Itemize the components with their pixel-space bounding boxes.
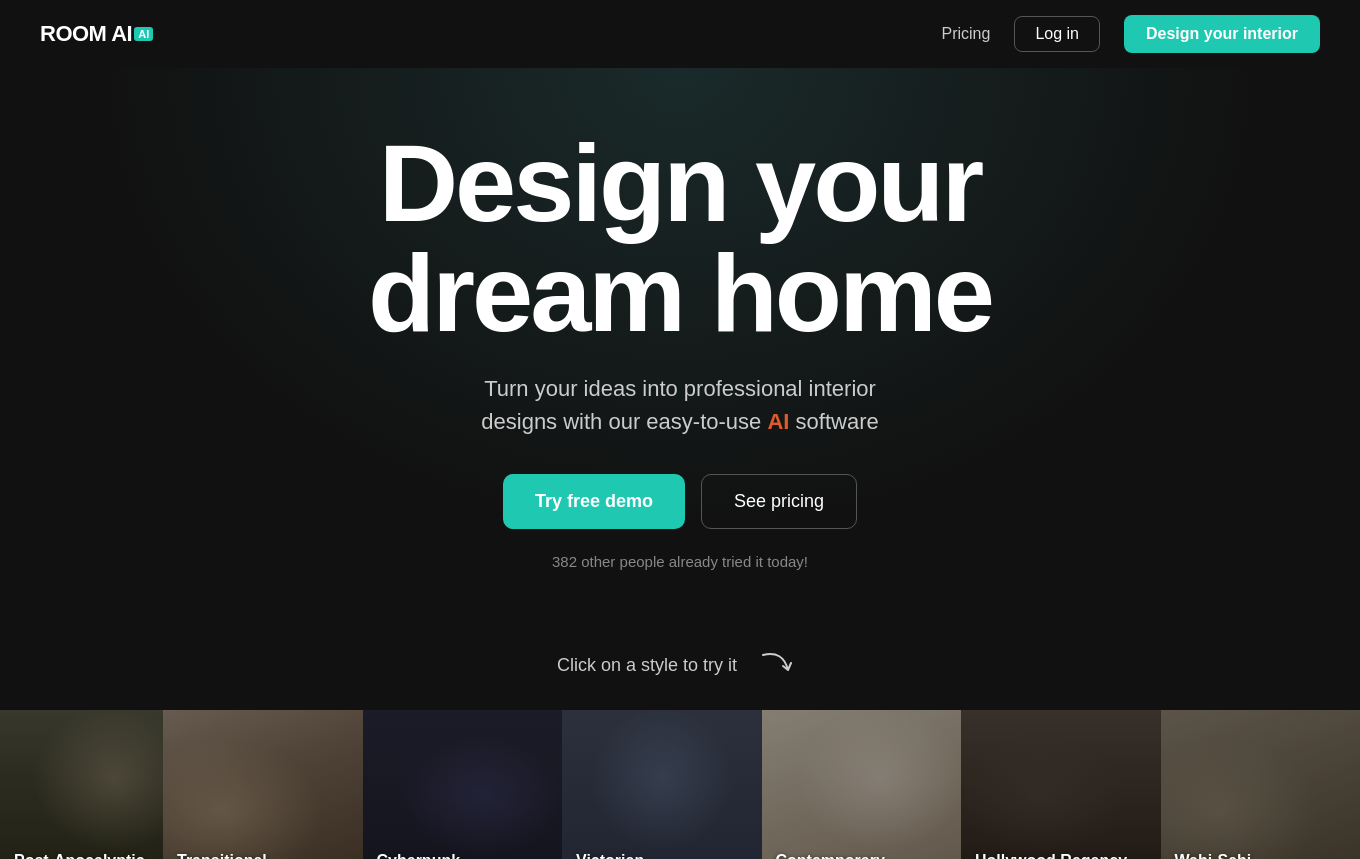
nav-right: Pricing Log in Design your interior bbox=[941, 15, 1320, 53]
style-card-bg-post-apocalyptic bbox=[0, 710, 163, 859]
styles-section: Click on a style to try it Post-Apocalyp… bbox=[0, 610, 1360, 859]
style-card-bg-wabi-sabi bbox=[1161, 710, 1361, 859]
try-free-demo-button[interactable]: Try free demo bbox=[503, 474, 685, 529]
social-proof-text: 382 other people already tried it today! bbox=[552, 553, 808, 570]
style-card-label-hollywood-regency: Hollywood Regency bbox=[961, 842, 1161, 859]
style-card-wabi-sabi[interactable]: Wabi-Sabi bbox=[1161, 710, 1361, 859]
hero-section: Design your dream home Turn your ideas i… bbox=[0, 68, 1360, 610]
arrow-icon bbox=[753, 640, 803, 690]
styles-carousel: Post-ApocalypticTransitionalCyberpunkVic… bbox=[0, 710, 1360, 859]
logo-ai-badge: AI bbox=[134, 27, 153, 41]
style-card-victorian[interactable]: Victorian bbox=[562, 710, 762, 859]
hero-title-line1: Design your bbox=[379, 121, 982, 244]
style-card-bg-contemporary bbox=[762, 710, 962, 859]
logo-text: ROOM AI bbox=[40, 21, 132, 47]
style-card-label-wabi-sabi: Wabi-Sabi bbox=[1161, 842, 1361, 859]
style-card-contemporary[interactable]: Contemporary bbox=[762, 710, 962, 859]
style-card-post-apocalyptic[interactable]: Post-Apocalyptic bbox=[0, 710, 163, 859]
style-card-hollywood-regency[interactable]: Hollywood Regency bbox=[961, 710, 1161, 859]
style-card-bg-transitional bbox=[163, 710, 363, 859]
style-card-bg-cyberpunk bbox=[363, 710, 563, 859]
navbar: ROOM AI AI Pricing Log in Design your in… bbox=[0, 0, 1360, 68]
style-card-bg-victorian bbox=[562, 710, 762, 859]
nav-pricing-link[interactable]: Pricing bbox=[941, 25, 990, 43]
hero-subtitle-middle: designs with our easy-to-use bbox=[481, 409, 761, 434]
nav-cta-button[interactable]: Design your interior bbox=[1124, 15, 1320, 53]
style-card-label-contemporary: Contemporary bbox=[762, 842, 962, 859]
style-card-cyberpunk[interactable]: Cyberpunk bbox=[363, 710, 563, 859]
hero-title-line2: dream home bbox=[368, 231, 992, 354]
hero-subtitle-after: software bbox=[796, 409, 879, 434]
hero-subtitle: Turn your ideas into professional interi… bbox=[481, 372, 878, 438]
logo[interactable]: ROOM AI AI bbox=[40, 21, 153, 47]
styles-hint-text: Click on a style to try it bbox=[557, 655, 737, 676]
hero-title: Design your dream home bbox=[368, 128, 992, 348]
hero-subtitle-before: Turn your ideas into professional interi… bbox=[484, 376, 876, 401]
style-card-label-post-apocalyptic: Post-Apocalyptic bbox=[0, 842, 163, 859]
style-card-bg-hollywood-regency bbox=[961, 710, 1161, 859]
style-card-transitional[interactable]: Transitional bbox=[163, 710, 363, 859]
style-card-label-cyberpunk: Cyberpunk bbox=[363, 842, 563, 859]
style-card-label-transitional: Transitional bbox=[163, 842, 363, 859]
hero-buttons: Try free demo See pricing bbox=[503, 474, 857, 529]
see-pricing-button[interactable]: See pricing bbox=[701, 474, 857, 529]
login-button[interactable]: Log in bbox=[1014, 16, 1100, 52]
hero-ai-highlight: AI bbox=[767, 409, 789, 434]
styles-hint: Click on a style to try it bbox=[0, 640, 1360, 690]
style-card-label-victorian: Victorian bbox=[562, 842, 762, 859]
